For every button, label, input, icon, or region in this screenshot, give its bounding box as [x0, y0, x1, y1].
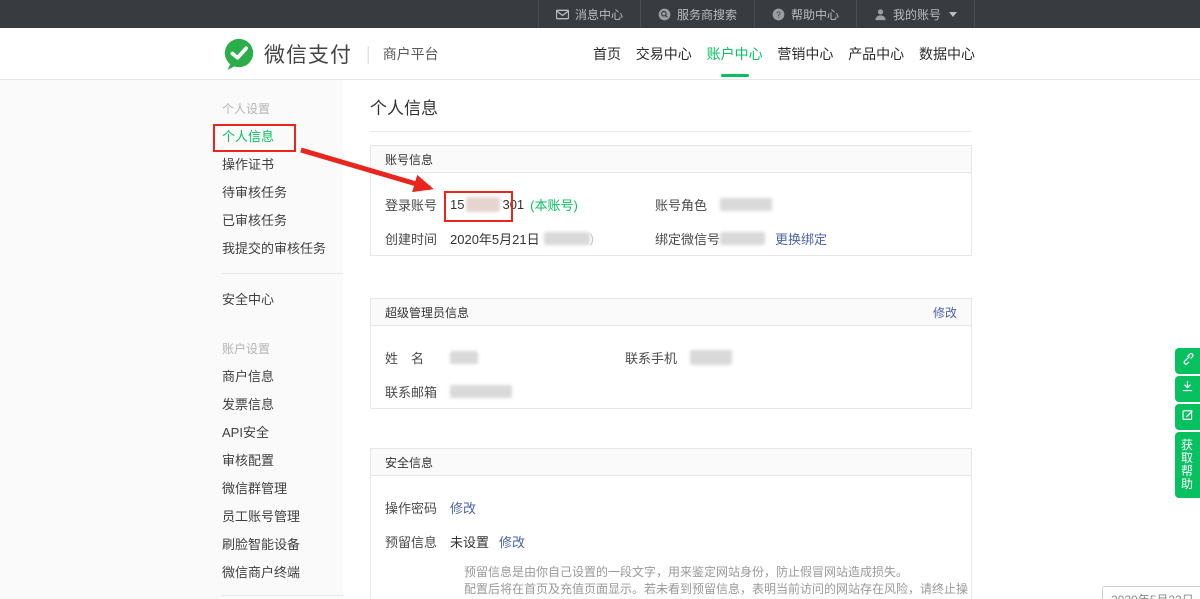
- admin-name-label: 姓 名: [385, 348, 450, 367]
- contact-email-label: 联系邮箱: [385, 382, 450, 401]
- user-icon: [874, 8, 887, 21]
- top-utility-bar: 消息中心 服务商搜索 ? 帮助中心 我的账号: [0, 0, 1200, 28]
- account-info-panel: 账号信息 登录账号 15 301 (本账号) 账号角色: [370, 145, 972, 256]
- date-tooltip: 2020年5月22日: [1102, 586, 1200, 599]
- main-content: 个人信息 账号信息 登录账号 15 301 (本账号): [343, 80, 1200, 599]
- wechat-pay-merchant-portal: 消息中心 服务商搜索 ? 帮助中心 我的账号 微信支付: [0, 0, 1200, 599]
- sidebar-item-security-center[interactable]: 安全中心: [222, 286, 343, 314]
- topbar-item-label: 帮助中心: [791, 6, 839, 23]
- panel-title: 超级管理员信息: [385, 304, 469, 321]
- floating-help-menu: 获取帮助: [1175, 348, 1200, 498]
- reserved-info-description: 预留信息是由你自己设置的一段文字，用来鉴定网站身份，防止假冒网站造成损失。 配置…: [464, 564, 971, 599]
- topbar-item-label: 我的账号: [893, 6, 941, 23]
- brand-name: 微信支付: [264, 39, 352, 69]
- panel-title: 账号信息: [385, 151, 433, 168]
- sidebar-item-face-smart-device[interactable]: 刷脸智能设备: [222, 531, 343, 559]
- sidebar-item-merchant-info[interactable]: 商户信息: [222, 363, 343, 391]
- redacted-account-role: [720, 198, 772, 211]
- login-account-value: 15 301 (本账号): [450, 195, 578, 214]
- redacted-contact-email: [450, 385, 512, 398]
- edit-icon: [1181, 408, 1194, 426]
- sidebar-item-staff-account-management[interactable]: 员工账号管理: [222, 503, 343, 531]
- topbar-item-label: 消息中心: [575, 6, 623, 23]
- portal-name: 商户平台: [383, 44, 439, 64]
- sidebar-section-account-settings: 账户设置: [222, 336, 343, 363]
- change-binding-link[interactable]: 更换绑定: [775, 229, 827, 248]
- sidebar-item-review-config[interactable]: 审核配置: [222, 447, 343, 475]
- sidebar-divider: [222, 595, 343, 596]
- sidebar: 个人设置 个人信息 操作证书 待审核任务 已审核任务 我提交的审核任务 安全中心…: [0, 80, 343, 599]
- sidebar-item-wechat-merchant-terminal[interactable]: 微信商户终端: [222, 559, 343, 587]
- help-center-menu[interactable]: ? 帮助中心: [754, 0, 856, 28]
- nav-account-center[interactable]: 账户中心: [707, 40, 763, 68]
- search-icon: [658, 8, 671, 21]
- sidebar-item-wechat-group-management[interactable]: 微信群管理: [222, 475, 343, 503]
- super-admin-panel: 超级管理员信息 修改 姓 名 联系手机 联系邮箱: [370, 298, 972, 409]
- sidebar-item-api-security[interactable]: API安全: [222, 419, 343, 447]
- nav-marketing-center[interactable]: 营销中心: [777, 40, 833, 68]
- mail-icon: [556, 8, 569, 21]
- download-icon: [1181, 380, 1194, 398]
- question-icon: ?: [772, 8, 785, 21]
- bound-wechat-label: 绑定微信号: [655, 229, 720, 248]
- link-icon: [1181, 352, 1194, 370]
- current-account-tag: (本账号): [530, 195, 578, 214]
- nav-product-center[interactable]: 产品中心: [848, 40, 904, 68]
- sidebar-item-personal-info[interactable]: 个人信息: [222, 123, 343, 151]
- sidebar-item-invoice-info[interactable]: 发票信息: [222, 391, 343, 419]
- my-account-menu[interactable]: 我的账号: [856, 0, 975, 28]
- primary-nav: 首页 交易中心 账户中心 营销中心 产品中心 数据中心: [593, 28, 975, 80]
- page-title: 个人信息: [370, 94, 438, 119]
- operation-password-label: 操作密码: [385, 498, 450, 517]
- reserved-info-value: 未设置: [450, 532, 489, 551]
- title-divider: [370, 131, 972, 132]
- created-time-label: 创建时间: [385, 229, 450, 248]
- sidebar-item-operation-certificate[interactable]: 操作证书: [222, 151, 343, 179]
- brand: 微信支付 | 商户平台: [222, 37, 439, 71]
- get-help-button[interactable]: 获取帮助: [1175, 432, 1200, 498]
- edit-admin-link[interactable]: 修改: [933, 304, 957, 321]
- sidebar-item-my-submitted-tasks[interactable]: 我提交的审核任务: [222, 235, 343, 263]
- security-info-panel: 安全信息 操作密码 修改 预留信息 未设置 修改 预留信息是由你自己设置的一段文…: [370, 448, 972, 599]
- redacted-wechat-id: [720, 232, 765, 245]
- main-header: 微信支付 | 商户平台 首页 交易中心 账户中心 营销中心 产品中心 数据中心: [0, 28, 1200, 80]
- feedback-button[interactable]: [1175, 404, 1200, 430]
- chevron-down-icon: [949, 12, 957, 17]
- redacted-contact-phone: [690, 350, 732, 365]
- redacted-created-detail: [544, 232, 590, 245]
- nav-transaction-center[interactable]: 交易中心: [636, 40, 692, 68]
- service-provider-search-menu[interactable]: 服务商搜索: [640, 0, 754, 28]
- download-button[interactable]: [1175, 376, 1200, 402]
- nav-home[interactable]: 首页: [593, 40, 621, 68]
- panel-title: 安全信息: [385, 454, 433, 471]
- topbar-item-label: 服务商搜索: [677, 6, 737, 23]
- svg-text:?: ?: [776, 9, 781, 19]
- redacted-admin-name: [450, 351, 478, 364]
- sidebar-section-personal-settings: 个人设置: [222, 96, 343, 123]
- account-role-label: 账号角色: [655, 195, 720, 214]
- nav-data-center[interactable]: 数据中心: [919, 40, 975, 68]
- wechat-pay-logo-icon: [222, 37, 256, 71]
- login-account-label: 登录账号: [385, 195, 450, 214]
- sidebar-divider: [222, 273, 343, 274]
- created-time-value: 2020年5月21日 ): [450, 229, 594, 248]
- edit-password-link[interactable]: 修改: [450, 498, 476, 517]
- sidebar-item-reviewed-tasks[interactable]: 已审核任务: [222, 207, 343, 235]
- quick-link-button[interactable]: [1175, 348, 1200, 374]
- message-center-menu[interactable]: 消息中心: [538, 0, 640, 28]
- edit-reserved-info-link[interactable]: 修改: [499, 532, 525, 551]
- reserved-info-label: 预留信息: [385, 532, 450, 551]
- redacted-login-middle: [466, 197, 500, 212]
- sidebar-item-pending-review-tasks[interactable]: 待审核任务: [222, 179, 343, 207]
- active-nav-underline: [721, 74, 749, 77]
- brand-separator: |: [366, 44, 371, 65]
- contact-phone-label: 联系手机: [625, 348, 690, 367]
